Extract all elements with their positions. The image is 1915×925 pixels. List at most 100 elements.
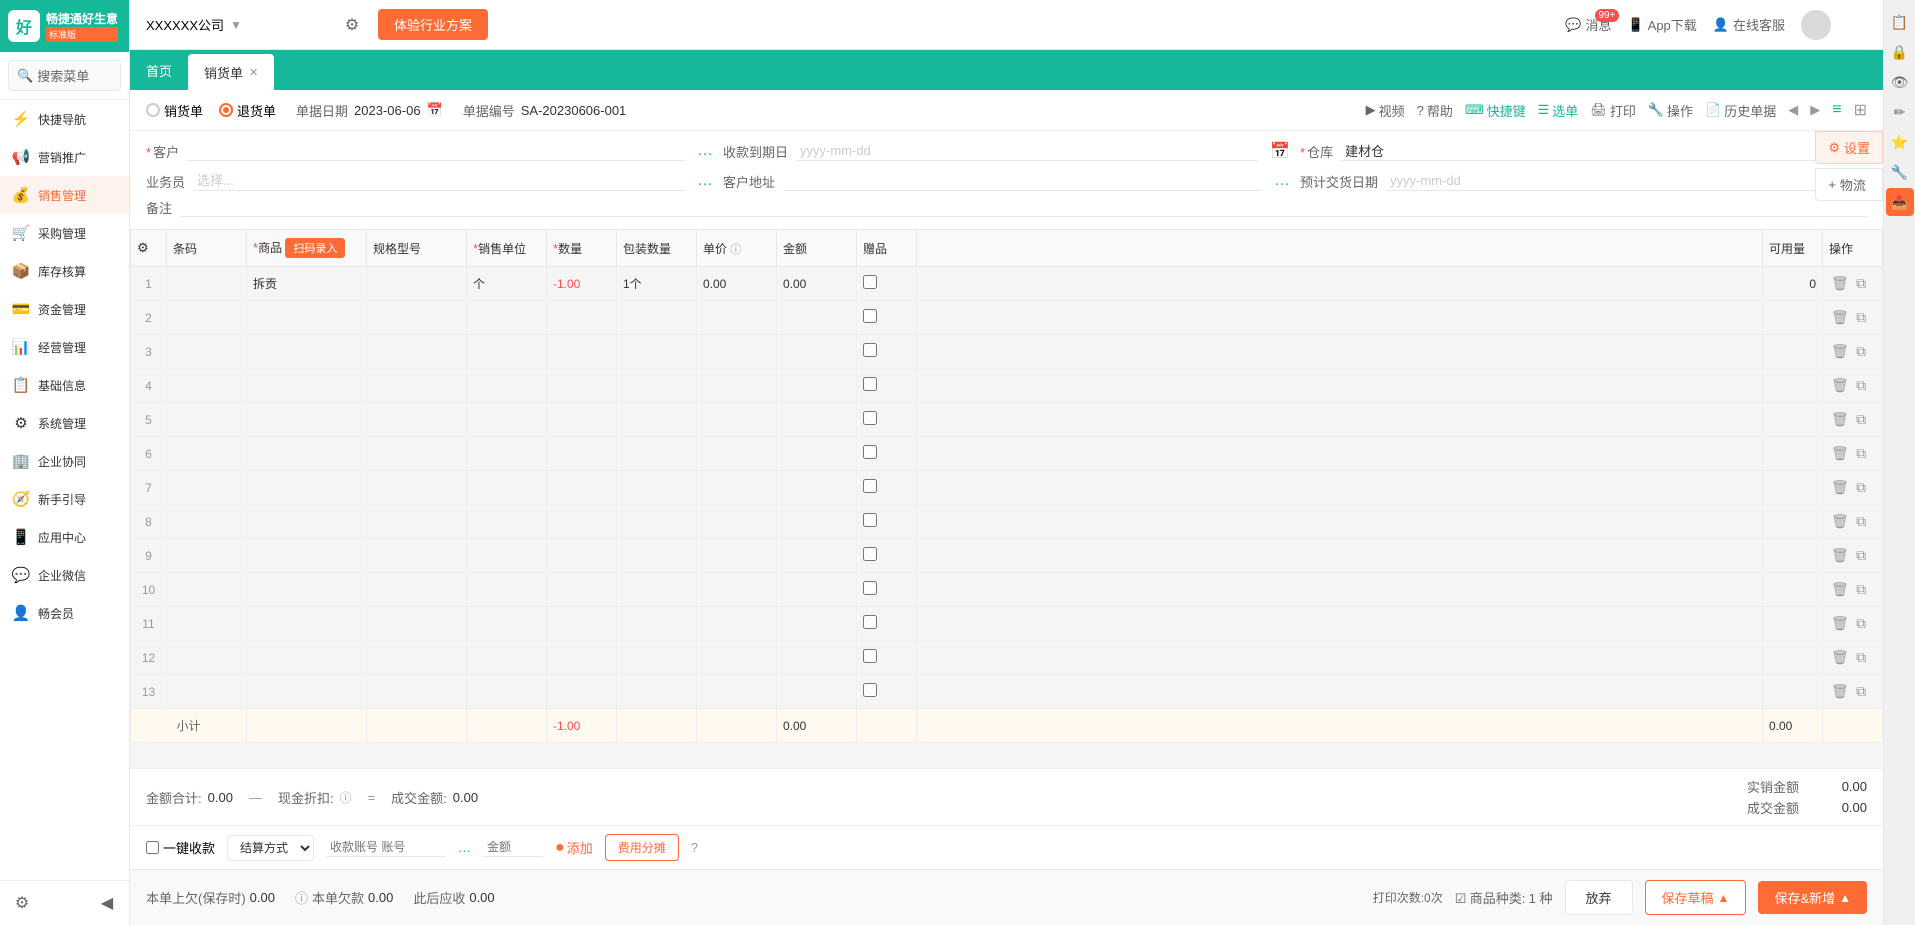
row-qty-5[interactable] [547, 403, 617, 437]
calendar-icon[interactable]: 📅 [427, 102, 443, 118]
row-copy-icon-13[interactable]: ⧉ [1856, 683, 1866, 699]
row-note-2[interactable] [917, 301, 1763, 335]
row-barcode-7[interactable] [167, 471, 247, 505]
payment-account-input[interactable] [326, 838, 446, 857]
tab-close-icon[interactable]: ✕ [249, 66, 258, 79]
row-gift-11[interactable] [857, 607, 917, 641]
row-spec-4[interactable] [367, 369, 467, 403]
row-product-11[interactable] [247, 607, 367, 641]
owe-info-icon[interactable]: ⓘ [295, 888, 308, 907]
sidebar-item-wechat[interactable]: 💬 企业微信 [0, 556, 129, 594]
row-gift-3[interactable] [857, 335, 917, 369]
row-barcode-4[interactable] [167, 369, 247, 403]
rp-btn-6[interactable]: 🔧 [1886, 158, 1914, 186]
row-price-8[interactable] [697, 505, 777, 539]
one-click-payment-checkbox[interactable]: 一键收款 [146, 838, 215, 857]
row-product-12[interactable] [247, 641, 367, 675]
discard-button[interactable]: 放弃 [1565, 880, 1633, 915]
salesperson-input[interactable] [193, 171, 685, 191]
settings-button[interactable]: ⚙ 设置 [1815, 131, 1883, 164]
row-price-6[interactable] [697, 437, 777, 471]
next-record-icon[interactable]: ▶ [1810, 102, 1820, 118]
select-btn[interactable]: ☰ 选单 [1538, 101, 1579, 120]
history-btn[interactable]: 📄 历史单据 [1705, 101, 1776, 120]
row-qty-11[interactable] [547, 607, 617, 641]
row-qty-3[interactable] [547, 335, 617, 369]
row-product-5[interactable] [247, 403, 367, 437]
row-copy-icon-3[interactable]: ⧉ [1856, 343, 1866, 359]
row-delete-icon-7[interactable]: 🗑 [1831, 479, 1849, 495]
row-price-12[interactable] [697, 641, 777, 675]
row-price-9[interactable] [697, 539, 777, 573]
row-barcode-12[interactable] [167, 641, 247, 675]
row-barcode-6[interactable] [167, 437, 247, 471]
row-spec-3[interactable] [367, 335, 467, 369]
save-draft-button[interactable]: 保存草稿 ▲ [1645, 880, 1747, 915]
tab-sales-order[interactable]: 销货单 ✕ [188, 54, 274, 90]
sidebar-item-guide[interactable]: 🧭 新手引导 [0, 480, 129, 518]
row-product-3[interactable] [247, 335, 367, 369]
row-note-8[interactable] [917, 505, 1763, 539]
scan-btn[interactable]: 扫码录入 [285, 238, 345, 258]
customer-addr-input[interactable] [783, 171, 1262, 191]
video-btn[interactable]: ▶ 视频 [1366, 101, 1405, 120]
remark-input[interactable] [180, 197, 1867, 217]
row-qty-9[interactable] [547, 539, 617, 573]
row-product-2[interactable] [247, 301, 367, 335]
topbar-settings-button[interactable]: ⚙ [338, 11, 366, 39]
row-product-8[interactable] [247, 505, 367, 539]
expected-date-input[interactable] [1386, 171, 1835, 191]
sidebar-item-purchase[interactable]: 🛒 采购管理 [0, 214, 129, 252]
row-note-7[interactable] [917, 471, 1763, 505]
row-note-5[interactable] [917, 403, 1763, 437]
operation-btn[interactable]: 🔧 操作 [1648, 101, 1693, 120]
row-gift-4[interactable] [857, 369, 917, 403]
row-price-7[interactable] [697, 471, 777, 505]
row-barcode-1[interactable] [167, 267, 247, 301]
product-type-check-icon[interactable]: ☑ [1455, 891, 1467, 906]
sidebar-settings-button[interactable]: ⚙ [8, 889, 36, 917]
sidebar-item-quick[interactable]: ⚡ 快捷导航 [0, 100, 129, 138]
row-price-2[interactable] [697, 301, 777, 335]
user-avatar-extra[interactable] [1847, 10, 1867, 40]
trial-button[interactable]: 体验行业方案 [378, 9, 488, 40]
row-delete-icon-9[interactable]: 🗑 [1831, 547, 1849, 563]
row-qty-7[interactable] [547, 471, 617, 505]
row-note-6[interactable] [917, 437, 1763, 471]
row-note-9[interactable] [917, 539, 1763, 573]
company-selector[interactable]: XXXXXX公司 ▼ [146, 15, 326, 34]
customer-addr-more-icon[interactable]: … [1274, 172, 1290, 190]
row-note-11[interactable] [917, 607, 1763, 641]
row-qty-1[interactable]: -1.00 [547, 267, 617, 301]
receivable-date-input[interactable] [796, 141, 1258, 161]
row-spec-1[interactable] [367, 267, 467, 301]
grid-view-btn[interactable]: ≡ [1832, 101, 1841, 119]
row-note-13[interactable] [917, 675, 1763, 709]
row-gift-9[interactable] [857, 539, 917, 573]
row-product-6[interactable] [247, 437, 367, 471]
row-qty-8[interactable] [547, 505, 617, 539]
row-spec-7[interactable] [367, 471, 467, 505]
row-copy-icon-12[interactable]: ⧉ [1856, 649, 1866, 665]
row-delete-icon-13[interactable]: 🗑 [1831, 683, 1849, 699]
row-price-4[interactable] [697, 369, 777, 403]
tab-home[interactable]: 首页 [130, 50, 188, 90]
row-barcode-3[interactable] [167, 335, 247, 369]
row-delete-icon-1[interactable]: 🗑 [1831, 275, 1849, 291]
customer-input[interactable] [187, 141, 685, 161]
salesperson-more-icon[interactable]: … [697, 172, 713, 190]
rp-btn-4[interactable]: ✏ [1886, 98, 1914, 126]
payment-checkbox-input[interactable] [146, 841, 159, 854]
row-product-7[interactable] [247, 471, 367, 505]
receivable-date-calendar-icon[interactable]: 📅 [1270, 141, 1290, 161]
row-spec-12[interactable] [367, 641, 467, 675]
row-note-1[interactable] [917, 267, 1763, 301]
row-copy-icon-2[interactable]: ⧉ [1856, 309, 1866, 325]
help-btn[interactable]: ? 帮助 [1417, 101, 1453, 120]
search-menu-button[interactable]: 🔍 搜索菜单 [8, 60, 121, 91]
row-spec-9[interactable] [367, 539, 467, 573]
row-copy-icon-7[interactable]: ⧉ [1856, 479, 1866, 495]
radio-sales[interactable]: 销货单 [146, 101, 203, 120]
print-btn[interactable]: 🖨 打印 [1590, 101, 1636, 120]
row-copy-icon-6[interactable]: ⧉ [1856, 445, 1866, 461]
